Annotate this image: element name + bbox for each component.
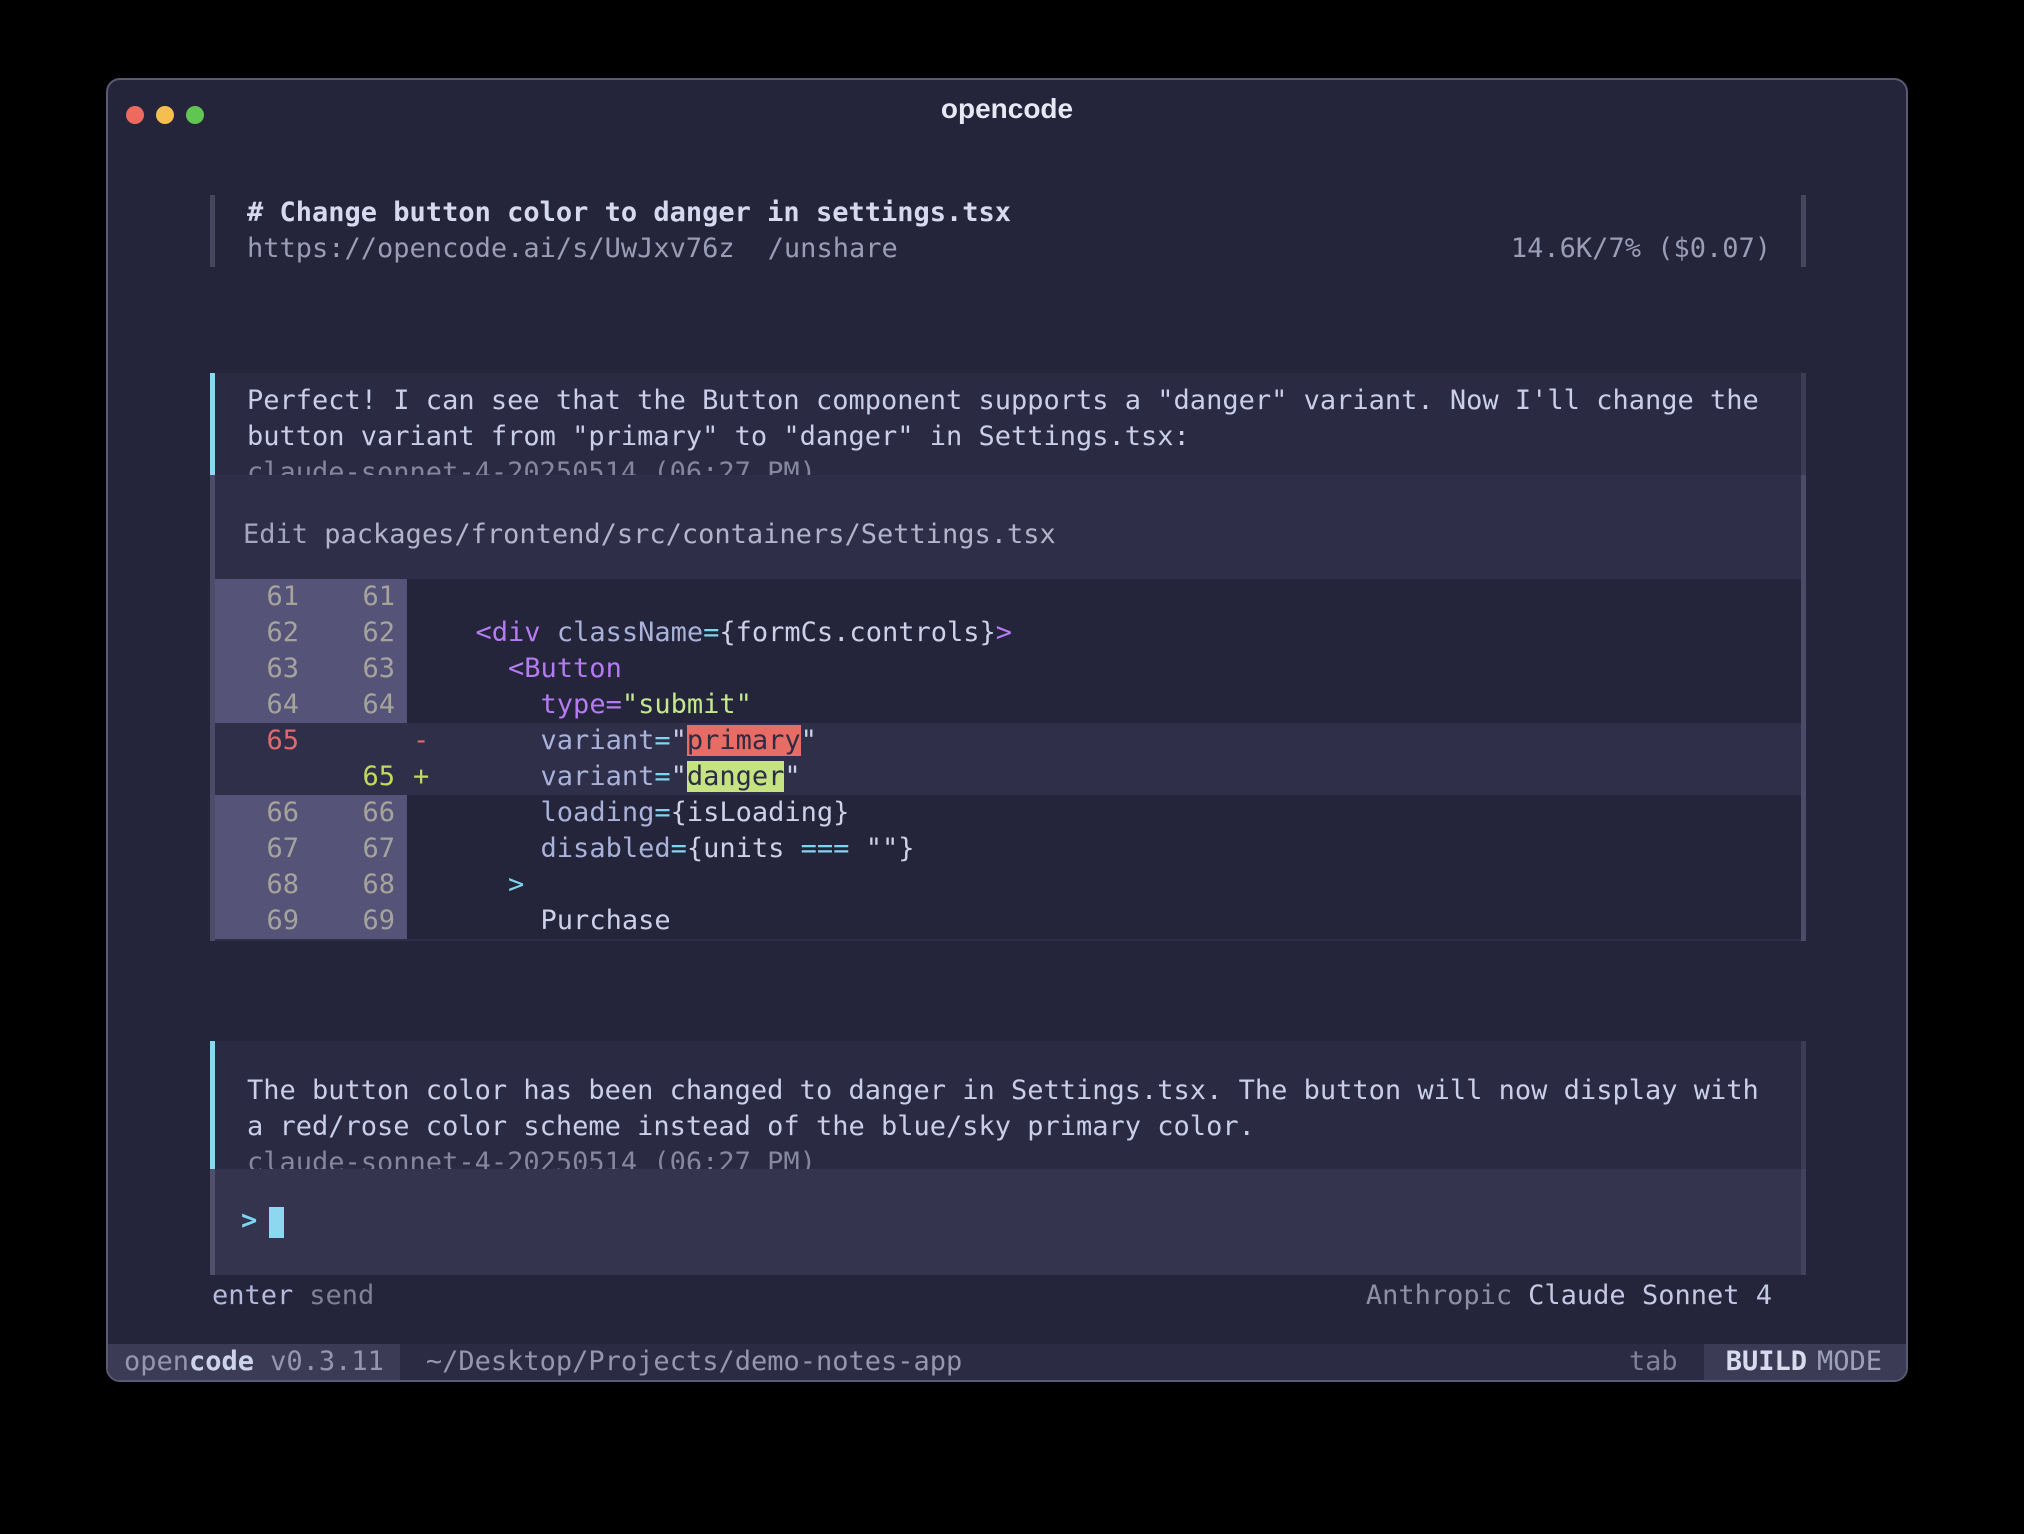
code-line: loading={isLoading} [443, 795, 1801, 831]
diff-row: 6363 <Button [215, 651, 1801, 687]
diff-view: 61616262 <div className={formCs.controls… [215, 579, 1801, 939]
old-line-number: 64 [215, 687, 311, 723]
old-line-number: 63 [215, 651, 311, 687]
diff-marker [407, 687, 443, 723]
edit-tool-header: Edit packages/frontend/src/containers/Se… [215, 475, 1801, 579]
token-usage: 14.6K/7% ($0.07) [1511, 231, 1771, 267]
old-line-number: 66 [215, 795, 311, 831]
code-line: variant="danger" [443, 759, 1801, 795]
new-line-number: 64 [311, 687, 407, 723]
message-text: button variant from "primary" to "danger… [247, 419, 1771, 455]
session-header: # Change button color to danger in setti… [210, 195, 1806, 267]
code-line: type="submit" [443, 687, 1801, 723]
session-title: # Change button color to danger in setti… [247, 195, 1771, 231]
minimize-button[interactable] [156, 106, 174, 124]
window-title: opencode [108, 80, 1906, 138]
diff-row: 6969 Purchase [215, 903, 1801, 939]
old-line-number: 69 [215, 903, 311, 939]
app-window: opencode # Change button color to danger… [106, 78, 1908, 1382]
diff-row: 6464 type="submit" [215, 687, 1801, 723]
prompt-input[interactable]: > [210, 1169, 1806, 1275]
code-line: variant="primary" [443, 723, 1801, 759]
mode-name: BUILD [1726, 1346, 1807, 1377]
diff-marker [407, 651, 443, 687]
diff-row: 6868 > [215, 867, 1801, 903]
mode-suffix: MODE [1817, 1346, 1882, 1377]
message-text: The button color has been changed to dan… [247, 1073, 1771, 1109]
old-line-number: 67 [215, 831, 311, 867]
diff-row: 65+ variant="danger" [215, 759, 1801, 795]
diff-marker [407, 831, 443, 867]
model-label: Claude Sonnet 4 [1528, 1278, 1772, 1314]
old-line-number: 62 [215, 615, 311, 651]
unshare-command[interactable]: /unshare [768, 231, 898, 267]
code-line: <Button [443, 651, 1801, 687]
old-line-number [215, 759, 311, 795]
new-line-number: 65 [311, 759, 407, 795]
diff-row: 6262 <div className={formCs.controls}> [215, 615, 1801, 651]
tab-key-hint: tab [1629, 1344, 1678, 1380]
share-url[interactable]: https://opencode.ai/s/UwJxv76z [247, 231, 735, 267]
tool-action: Edit [243, 519, 324, 550]
code-line: disabled={units === ""} [443, 831, 1801, 867]
diff-marker [407, 867, 443, 903]
diff-row: 6666 loading={isLoading} [215, 795, 1801, 831]
enter-key-hint: enter [212, 1278, 293, 1314]
mode-chip[interactable]: BUILD MODE [1704, 1344, 1906, 1380]
new-line-number: 66 [311, 795, 407, 831]
code-line: > [443, 867, 1801, 903]
new-line-number: 68 [311, 867, 407, 903]
diff-row: 65 - variant="primary" [215, 723, 1801, 759]
provider-label: Anthropic [1366, 1278, 1512, 1314]
new-line-number: 63 [311, 651, 407, 687]
old-line-number: 68 [215, 867, 311, 903]
maximize-button[interactable] [186, 106, 204, 124]
hints-row: enter send Anthropic Claude Sonnet 4 [212, 1278, 1772, 1314]
new-line-number: 69 [311, 903, 407, 939]
old-line-number: 65 [215, 723, 311, 759]
message-text: Perfect! I can see that the Button compo… [247, 383, 1771, 419]
app-version: v0.3.11 [270, 1346, 384, 1377]
diff-marker [407, 903, 443, 939]
app-name-bold: code [189, 1346, 254, 1377]
send-hint-label: send [309, 1278, 374, 1314]
message-text: a red/rose color scheme instead of the b… [247, 1109, 1771, 1145]
edit-tool-panel: Edit packages/frontend/src/containers/Se… [210, 475, 1806, 941]
new-line-number: 61 [311, 579, 407, 615]
diff-marker [407, 615, 443, 651]
titlebar: opencode [108, 80, 1906, 138]
diff-marker [407, 579, 443, 615]
app-version-chip: opencode v0.3.11 [108, 1344, 400, 1380]
diff-marker: - [407, 723, 443, 759]
old-line-number: 61 [215, 579, 311, 615]
diff-marker [407, 795, 443, 831]
diff-row: 6161 [215, 579, 1801, 615]
code-line [443, 579, 1801, 615]
code-line: <div className={formCs.controls}> [443, 615, 1801, 651]
working-directory: ~/Desktop/Projects/demo-notes-app [426, 1344, 962, 1380]
diff-marker: + [407, 759, 443, 795]
new-line-number: 62 [311, 615, 407, 651]
edited-file-path: packages/frontend/src/containers/Setting… [324, 519, 1056, 550]
new-line-number: 67 [311, 831, 407, 867]
status-bar: opencode v0.3.11 ~/Desktop/Projects/demo-… [108, 1344, 1906, 1380]
app-name-dim: open [124, 1346, 189, 1377]
code-line: Purchase [443, 903, 1801, 939]
new-line-number [311, 723, 407, 759]
close-button[interactable] [126, 106, 144, 124]
prompt-symbol: > [241, 1205, 257, 1236]
diff-row: 6767 disabled={units === ""} [215, 831, 1801, 867]
text-cursor [269, 1207, 284, 1238]
